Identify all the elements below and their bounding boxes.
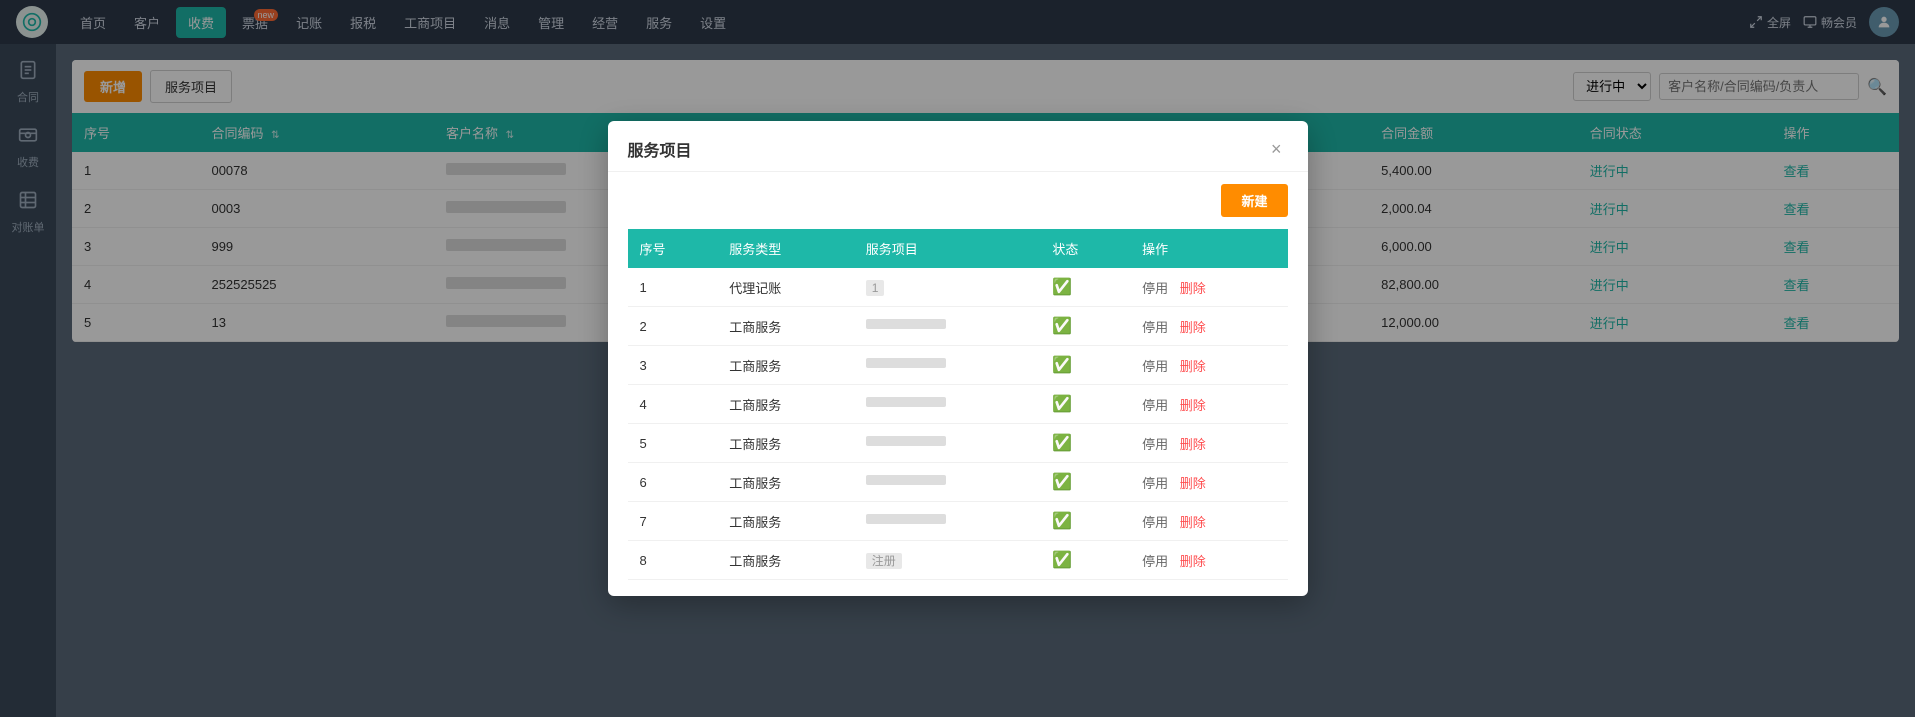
modal-row-seq: 2 — [628, 307, 718, 346]
delete-button[interactable]: 删除 — [1180, 476, 1206, 491]
modal-row-item — [854, 307, 1041, 346]
modal-col-type: 服务类型 — [717, 229, 853, 268]
stop-button[interactable]: 停用 — [1142, 320, 1168, 335]
service-items-modal: 服务项目 × 新建 序号 服务类型 服务项目 状态 操作 1 代理记账 — [608, 121, 1308, 596]
modal-col-status: 状态 — [1040, 229, 1130, 268]
stop-button[interactable]: 停用 — [1142, 281, 1168, 296]
modal-row-type: 工商服务 — [717, 541, 853, 580]
modal-row-seq: 3 — [628, 346, 718, 385]
modal-row-status: ✅ — [1040, 346, 1130, 385]
modal-row-seq: 8 — [628, 541, 718, 580]
modal-toolbar: 新建 — [608, 172, 1308, 229]
delete-button[interactable]: 删除 — [1180, 554, 1206, 569]
modal-col-action: 操作 — [1130, 229, 1287, 268]
modal-row-seq: 1 — [628, 268, 718, 307]
modal-row-status: ✅ — [1040, 502, 1130, 541]
modal-col-item: 服务项目 — [854, 229, 1041, 268]
modal-row-item: 注册 — [854, 541, 1041, 580]
modal-row-status: ✅ — [1040, 424, 1130, 463]
modal-row-type: 工商服务 — [717, 424, 853, 463]
modal-row-type: 工商服务 — [717, 502, 853, 541]
modal-new-button[interactable]: 新建 — [1221, 184, 1287, 217]
list-item: 6 工商服务 ✅ 停用 删除 — [628, 463, 1288, 502]
modal-row-seq: 6 — [628, 463, 718, 502]
modal-row-action: 停用 删除 — [1130, 346, 1287, 385]
modal-row-seq: 4 — [628, 385, 718, 424]
list-item: 8 工商服务 注册 ✅ 停用 删除 — [628, 541, 1288, 580]
modal-row-action: 停用 删除 — [1130, 502, 1287, 541]
modal-row-item — [854, 424, 1041, 463]
modal-table-wrap: 序号 服务类型 服务项目 状态 操作 1 代理记账 1 ✅ 停用 删除 2 工商… — [608, 229, 1308, 596]
list-item: 1 代理记账 1 ✅ 停用 删除 — [628, 268, 1288, 307]
modal-row-item: 1 — [854, 268, 1041, 307]
modal-row-item — [854, 385, 1041, 424]
modal-row-seq: 5 — [628, 424, 718, 463]
modal-row-status: ✅ — [1040, 268, 1130, 307]
modal-title: 服务项目 — [628, 137, 692, 161]
delete-button[interactable]: 删除 — [1180, 515, 1206, 530]
list-item: 3 工商服务 ✅ 停用 删除 — [628, 346, 1288, 385]
modal-header: 服务项目 × — [608, 121, 1308, 172]
list-item: 2 工商服务 ✅ 停用 删除 — [628, 307, 1288, 346]
delete-button[interactable]: 删除 — [1180, 359, 1206, 374]
modal-row-type: 工商服务 — [717, 346, 853, 385]
delete-button[interactable]: 删除 — [1180, 398, 1206, 413]
modal-row-item — [854, 346, 1041, 385]
modal-row-action: 停用 删除 — [1130, 268, 1287, 307]
stop-button[interactable]: 停用 — [1142, 359, 1168, 374]
list-item: 4 工商服务 ✅ 停用 删除 — [628, 385, 1288, 424]
modal-row-status: ✅ — [1040, 385, 1130, 424]
stop-button[interactable]: 停用 — [1142, 515, 1168, 530]
modal-row-action: 停用 删除 — [1130, 463, 1287, 502]
modal-row-item — [854, 463, 1041, 502]
modal-close-button[interactable]: × — [1265, 138, 1288, 160]
modal-row-type: 代理记账 — [717, 268, 853, 307]
modal-row-action: 停用 删除 — [1130, 541, 1287, 580]
modal-table: 序号 服务类型 服务项目 状态 操作 1 代理记账 1 ✅ 停用 删除 2 工商… — [628, 229, 1288, 580]
stop-button[interactable]: 停用 — [1142, 398, 1168, 413]
stop-button[interactable]: 停用 — [1142, 476, 1168, 491]
modal-row-action: 停用 删除 — [1130, 385, 1287, 424]
stop-button[interactable]: 停用 — [1142, 554, 1168, 569]
modal-row-action: 停用 删除 — [1130, 424, 1287, 463]
modal-row-seq: 7 — [628, 502, 718, 541]
modal-row-status: ✅ — [1040, 307, 1130, 346]
modal-row-status: ✅ — [1040, 541, 1130, 580]
delete-button[interactable]: 删除 — [1180, 281, 1206, 296]
modal-row-item — [854, 502, 1041, 541]
modal-row-type: 工商服务 — [717, 463, 853, 502]
list-item: 7 工商服务 ✅ 停用 删除 — [628, 502, 1288, 541]
delete-button[interactable]: 删除 — [1180, 437, 1206, 452]
delete-button[interactable]: 删除 — [1180, 320, 1206, 335]
modal-row-type: 工商服务 — [717, 307, 853, 346]
modal-row-status: ✅ — [1040, 463, 1130, 502]
stop-button[interactable]: 停用 — [1142, 437, 1168, 452]
modal-row-action: 停用 删除 — [1130, 307, 1287, 346]
modal-col-seq: 序号 — [628, 229, 718, 268]
modal-row-type: 工商服务 — [717, 385, 853, 424]
list-item: 5 工商服务 ✅ 停用 删除 — [628, 424, 1288, 463]
modal-overlay[interactable]: 服务项目 × 新建 序号 服务类型 服务项目 状态 操作 1 代理记账 — [0, 0, 1915, 717]
